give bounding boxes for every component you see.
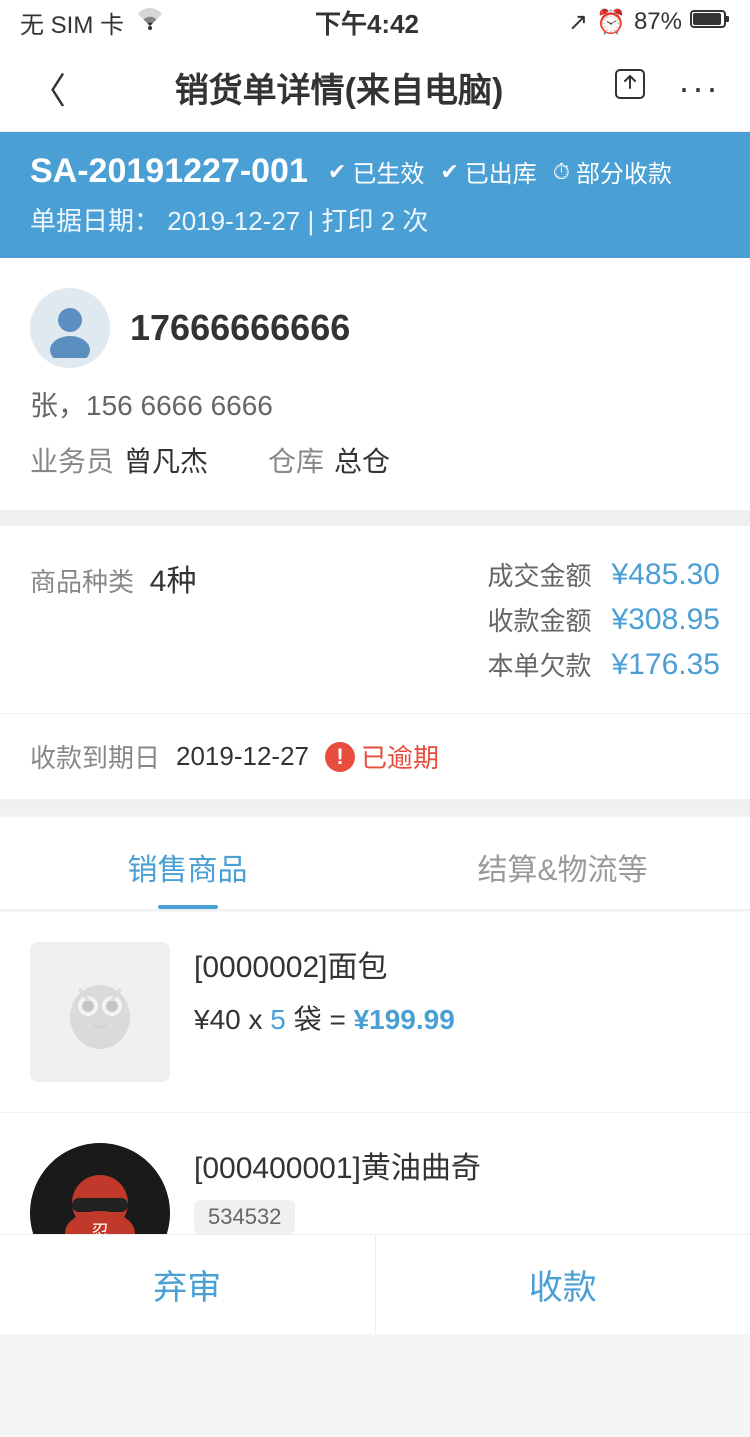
product-sku-2: 534532: [194, 1200, 295, 1234]
status-bar: 无 SIM 卡 下午4:42 ↗ ⏰ 87%: [0, 0, 750, 44]
category-label: 商品种类: [30, 567, 134, 597]
nav-bar: 〈 销货单详情(来自电脑) ···: [0, 44, 750, 132]
product-total-1: ¥199.99: [354, 1004, 455, 1035]
sales-info: 业务员 曾凡杰: [30, 440, 208, 480]
deal-amount: 成交金额 ¥485.30: [488, 556, 720, 593]
back-button[interactable]: 〈: [30, 62, 66, 114]
check-icon-1: ✔: [328, 159, 346, 185]
debt-amount: 本单欠款 ¥176.35: [488, 646, 720, 683]
tabs: 销售商品 结算&物流等: [0, 817, 750, 910]
debt-label: 本单欠款: [488, 646, 592, 683]
product-qty-1: 5: [270, 1004, 286, 1035]
category-count: 4种: [150, 565, 197, 598]
bottom-spacer: [0, 1317, 750, 1437]
product-price-1: ¥40 x 5 袋 = ¥199.99: [194, 998, 720, 1038]
customer-top: 17666666666: [30, 288, 720, 368]
location-icon: ↗: [568, 8, 588, 37]
cancel-button[interactable]: 弃审: [0, 1235, 376, 1334]
alarm-icon: ⏰: [596, 8, 626, 37]
customer-avatar: [30, 288, 110, 368]
overdue-badge: ! 已逾期: [325, 738, 439, 775]
stats-left: 商品种类 4种: [30, 556, 196, 600]
customer-phone: 17666666666: [130, 307, 350, 349]
tab-sales-products[interactable]: 销售商品: [0, 817, 375, 909]
sim-label: 无 SIM 卡: [20, 5, 124, 40]
warehouse-info: 仓库 总仓: [268, 440, 390, 480]
due-date: 2019-12-27: [176, 741, 309, 772]
status-right: ↗ ⏰ 87%: [568, 8, 730, 37]
due-section: 收款到期日 2019-12-27 ! 已逾期: [0, 713, 750, 799]
print-info: | 打印 2 次: [307, 206, 428, 236]
stats-right: 成交金额 ¥485.30 收款金额 ¥308.95 本单欠款 ¥176.35: [488, 556, 720, 683]
receipt-label: 收款金额: [488, 601, 592, 638]
more-icon[interactable]: ···: [678, 67, 720, 109]
clock-icon: ⏱: [553, 159, 570, 185]
wifi-icon: [134, 8, 166, 37]
receipt-amount: 收款金额 ¥308.95: [488, 601, 720, 638]
stats-row: 商品种类 4种 成交金额 ¥485.30 收款金额 ¥308.95 本单欠款 ¥…: [30, 556, 720, 683]
status-time: 下午4:42: [315, 4, 419, 41]
customer-meta: 业务员 曾凡杰 仓库 总仓: [30, 440, 720, 480]
sales-name: 曾凡杰: [124, 440, 208, 480]
tab-settlement[interactable]: 结算&物流等: [375, 817, 750, 909]
divider-1: [0, 510, 750, 526]
order-date: 2019-12-27: [167, 206, 300, 236]
customer-section: 17666666666 张，156 6666 6666 业务员 曾凡杰 仓库 总…: [0, 258, 750, 510]
due-label: 收款到期日: [30, 738, 160, 775]
battery-icon: [690, 8, 730, 37]
confirm-button[interactable]: 收款: [376, 1235, 750, 1334]
product-name-2: [000400001]黄油曲奇: [194, 1143, 720, 1187]
status-partial: ⏱ 部分收款: [553, 154, 672, 189]
status-effective: ✔ 已生效: [328, 154, 424, 189]
page-title: 销货单详情(来自电脑): [175, 63, 504, 112]
warehouse-name: 总仓: [334, 440, 390, 480]
divider-2: [0, 799, 750, 815]
overdue-icon: !: [325, 742, 355, 772]
overdue-text: 已逾期: [361, 738, 439, 775]
sales-label: 业务员: [30, 440, 114, 480]
product-thumb-1: [30, 942, 170, 1082]
order-header: SA-20191227-001 ✔ 已生效 ✔ 已出库 ⏱ 部分收款 单据日期：…: [0, 132, 750, 258]
order-id: SA-20191227-001: [30, 152, 308, 191]
product-name-1: [0000002]面包: [194, 942, 720, 986]
status-shipped: ✔ 已出库: [440, 154, 536, 189]
nav-actions: ···: [612, 66, 720, 110]
status-badges: ✔ 已生效 ✔ 已出库 ⏱ 部分收款: [328, 154, 672, 189]
customer-name-phone: 张，156 6666 6666: [30, 384, 720, 424]
product-item-1: [0000002]面包 ¥40 x 5 袋 = ¥199.99: [0, 912, 750, 1113]
date-label: 单据日期：: [30, 206, 160, 236]
product-info-1: [0000002]面包 ¥40 x 5 袋 = ¥199.99: [194, 942, 720, 1038]
order-date-row: 单据日期： 2019-12-27 | 打印 2 次: [30, 201, 720, 238]
bottom-bar: 弃审 收款: [0, 1234, 750, 1334]
warehouse-label: 仓库: [268, 440, 324, 480]
receipt-value: ¥308.95: [612, 603, 720, 637]
battery-level: 87%: [634, 8, 682, 36]
debt-value: ¥176.35: [612, 648, 720, 682]
deal-label: 成交金额: [488, 556, 592, 593]
check-icon-2: ✔: [440, 159, 458, 185]
share-icon[interactable]: [612, 66, 648, 110]
deal-value: ¥485.30: [612, 558, 720, 592]
status-left: 无 SIM 卡: [20, 5, 166, 40]
stats-section: 商品种类 4种 成交金额 ¥485.30 收款金额 ¥308.95 本单欠款 ¥…: [0, 526, 750, 713]
